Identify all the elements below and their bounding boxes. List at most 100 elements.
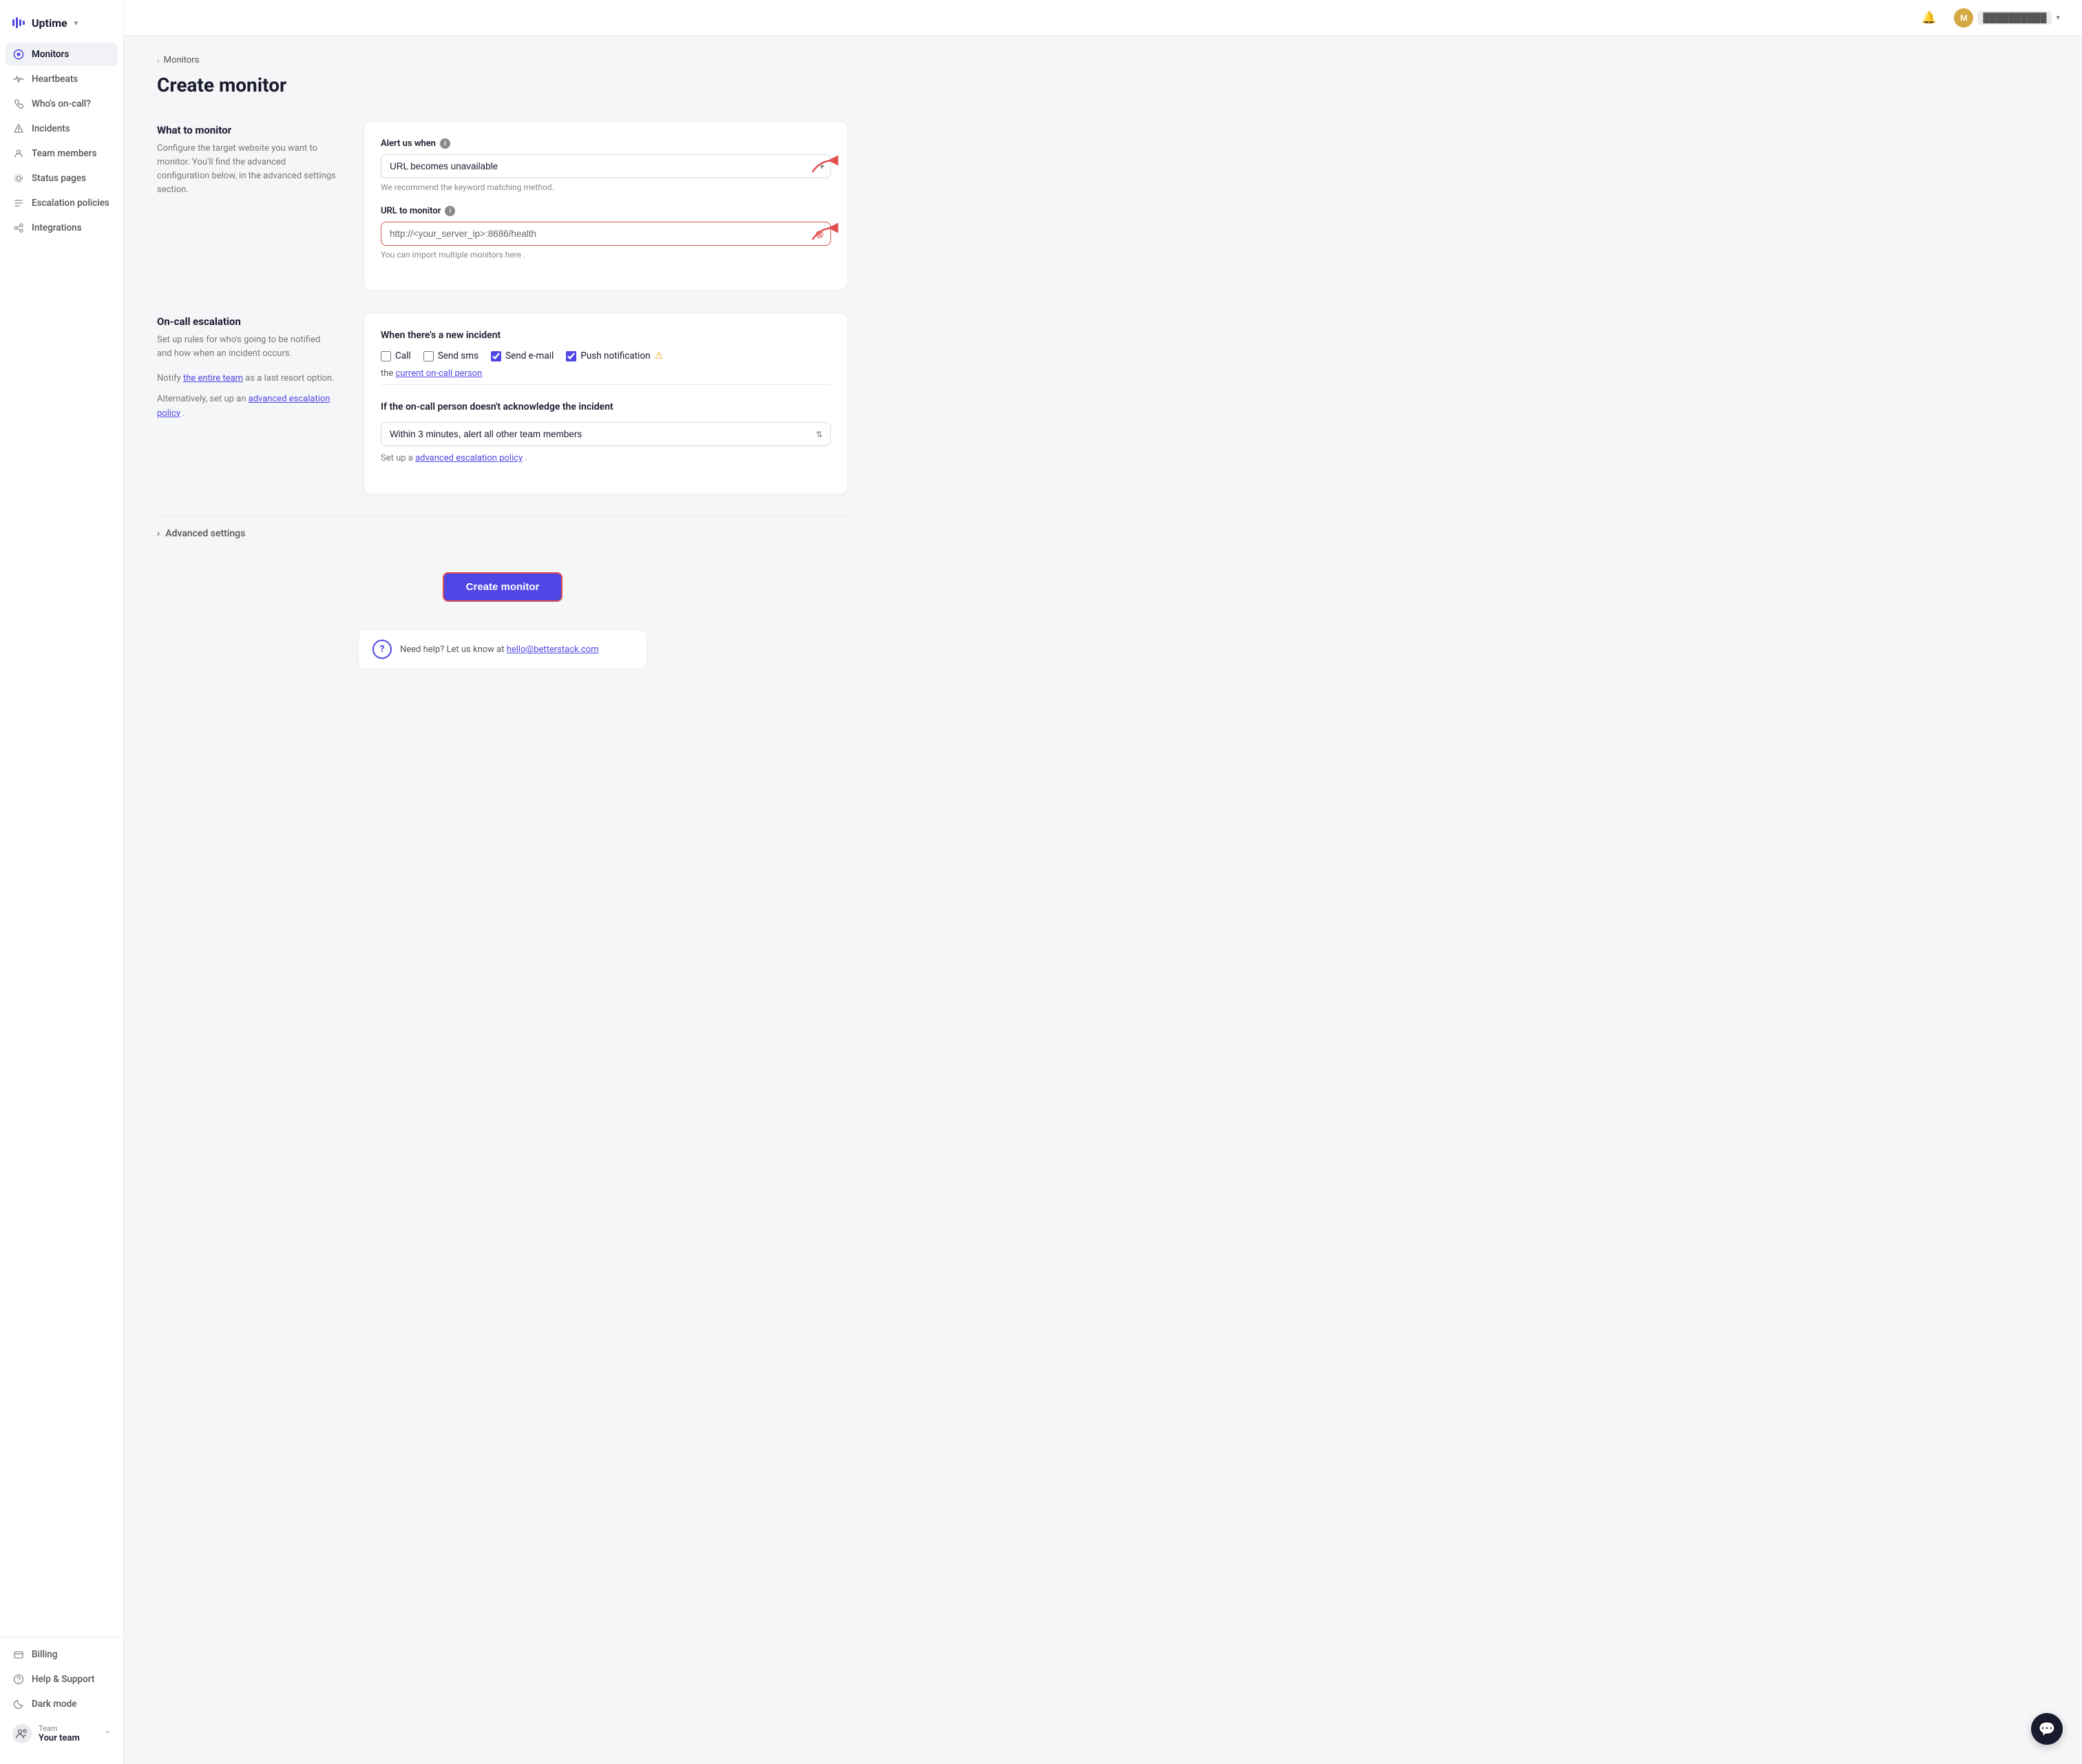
send-sms-label: Send sms [438,350,479,361]
main-content: ‹ Monitors Create monitor What to monito… [124,0,2082,1764]
alert-when-select[interactable]: URL becomes unavailable URL becomes avai… [381,154,831,178]
entire-team-link[interactable]: the entire team [183,373,243,384]
heartbeats-icon [12,73,25,85]
dark-mode-icon [12,1698,25,1710]
sidebar-item-incidents[interactable]: Incidents [6,117,118,140]
send-sms-checkbox-item[interactable]: Send sms [423,350,479,361]
sidebar-team[interactable]: Team Your team ⌃ [6,1717,118,1750]
url-hint: You can import multiple monitors here . [381,250,831,260]
sidebar-nav: Monitors Heartbeats Who's on-call? Incid… [0,43,123,1637]
card-divider [381,384,831,385]
sidebar-item-incidents-label: Incidents [32,123,70,134]
sidebar-item-dark-mode[interactable]: Dark mode [6,1692,118,1716]
incidents-icon [12,123,25,135]
page-title: Create monitor [157,74,848,96]
notification-bell[interactable]: 🔔 [1917,7,1940,29]
sidebar-item-dark-mode-label: Dark mode [32,1699,77,1710]
escalation-hint: Set up a advanced escalation policy . [381,453,831,463]
incident-title: When there's a new incident [381,330,831,341]
sidebar-item-monitors[interactable]: Monitors [6,43,118,66]
sidebar-item-whos-on-call-label: Who's on-call? [32,98,91,109]
url-input[interactable] [381,222,831,246]
sidebar-item-team-members[interactable]: Team members [6,142,118,165]
team-name: Your team [39,1733,98,1743]
sidebar-item-whos-on-call[interactable]: Who's on-call? [6,92,118,116]
breadcrumb-parent: Monitors [164,55,200,65]
whos-on-call-icon [12,98,25,110]
sidebar-item-billing[interactable]: Billing [6,1643,118,1666]
send-email-checkbox-item[interactable]: Send e-mail [491,350,554,361]
create-monitor-button[interactable]: Create monitor [443,572,563,602]
alert-when-info-icon: i [440,138,450,149]
what-to-monitor-section: What to monitor Configure the target web… [157,121,848,291]
breadcrumb-chevron-icon: ‹ [157,56,160,65]
alert-when-select-wrapper: URL becomes unavailable URL becomes avai… [381,154,831,178]
sidebar-item-help-support[interactable]: Help & Support [6,1668,118,1691]
send-email-checkbox[interactable] [491,351,501,361]
on-call-desc1: Set up rules for who's going to be notif… [157,333,336,361]
advanced-escalation-policy-link[interactable]: advanced escalation policy [415,453,523,463]
username-label: ██████████ [1977,11,2052,25]
breadcrumb[interactable]: ‹ Monitors [157,55,848,65]
status-pages-icon [12,172,25,185]
sidebar-item-heartbeats[interactable]: Heartbeats [6,67,118,91]
user-avatar: M [1954,8,1973,28]
sidebar-bottom: Billing Help & Support Dark mode Team Yo… [0,1637,123,1756]
url-clear-icon[interactable]: ⊗ [815,227,824,240]
what-to-monitor-title: What to monitor [157,124,336,136]
team-label: Team [39,1724,98,1733]
current-oncall-link[interactable]: current on-call person [396,368,483,379]
create-button-wrapper: Create monitor [157,572,848,602]
sidebar-item-integrations-label: Integrations [32,222,82,233]
on-call-title: On-call escalation [157,315,336,328]
help-email-link[interactable]: hello@betterstack.com [507,644,599,655]
on-call-desc2: Notify the entire team as a last resort … [157,372,336,386]
acknowledge-group: If the on-call person doesn't acknowledg… [381,401,831,463]
monitors-icon [12,48,25,61]
uptime-logo-icon [11,15,26,30]
what-to-monitor-desc: Configure the target website you want to… [157,142,336,198]
checkbox-row: Call Send sms Send e-mail [381,350,831,361]
url-to-monitor-group: URL to monitor i ⊗ [381,206,831,260]
user-menu-chevron-icon: ▾ [2056,13,2060,22]
call-checkbox-item[interactable]: Call [381,350,411,361]
escalation-policies-icon [12,197,25,209]
incident-section: When there's a new incident Call Send sm… [381,330,831,379]
team-avatar [12,1724,32,1743]
on-call-desc3: Alternatively, set up an advanced escala… [157,392,336,420]
send-sms-checkbox[interactable] [423,351,434,361]
what-to-monitor-left: What to monitor Configure the target web… [157,121,336,198]
sidebar-item-billing-label: Billing [32,1649,57,1660]
team-info: Team Your team [39,1724,98,1743]
what-to-monitor-card: Alert us when i URL becomes unavailable … [364,121,848,291]
integrations-icon [12,222,25,234]
sidebar-item-monitors-label: Monitors [32,49,69,60]
user-menu[interactable]: M ██████████ ▾ [1948,6,2065,30]
alert-when-label: Alert us when i [381,138,831,149]
url-hint-link[interactable]: here [505,250,521,260]
header: 🔔 M ██████████ ▾ [124,0,2082,36]
advanced-settings-toggle[interactable]: › Advanced settings [157,520,848,547]
what-to-monitor-right: Alert us when i URL becomes unavailable … [364,121,848,291]
chat-bubble-icon: 💬 [2039,1721,2056,1737]
sidebar-item-heartbeats-label: Heartbeats [32,74,78,85]
on-call-card: When there's a new incident Call Send sm… [364,313,848,494]
logo-chevron-icon: ▾ [74,19,78,28]
sidebar-item-integrations[interactable]: Integrations [6,216,118,240]
sidebar-logo[interactable]: Uptime ▾ [0,8,123,43]
url-to-monitor-label: URL to monitor i [381,206,831,216]
help-icon: ? [372,640,392,659]
advanced-settings-chevron-icon: › [157,528,160,539]
push-notification-checkbox-item[interactable]: Push notification ⚠ [566,350,663,361]
help-footer: ? Need help? Let us know at hello@better… [358,629,647,669]
team-members-icon [12,147,25,160]
sidebar-item-status-pages[interactable]: Status pages [6,167,118,190]
sidebar-item-escalation-policies[interactable]: Escalation policies [6,191,118,215]
call-checkbox[interactable] [381,351,391,361]
push-notification-checkbox[interactable] [566,351,576,361]
chat-bubble[interactable]: 💬 [2031,1713,2063,1745]
alert-when-group: Alert us when i URL becomes unavailable … [381,138,831,192]
escalation-select[interactable]: Within 3 minutes, alert all other team m… [381,422,831,446]
escalation-select-wrapper: Within 3 minutes, alert all other team m… [381,422,831,446]
push-notification-warning-icon: ⚠ [655,350,664,361]
